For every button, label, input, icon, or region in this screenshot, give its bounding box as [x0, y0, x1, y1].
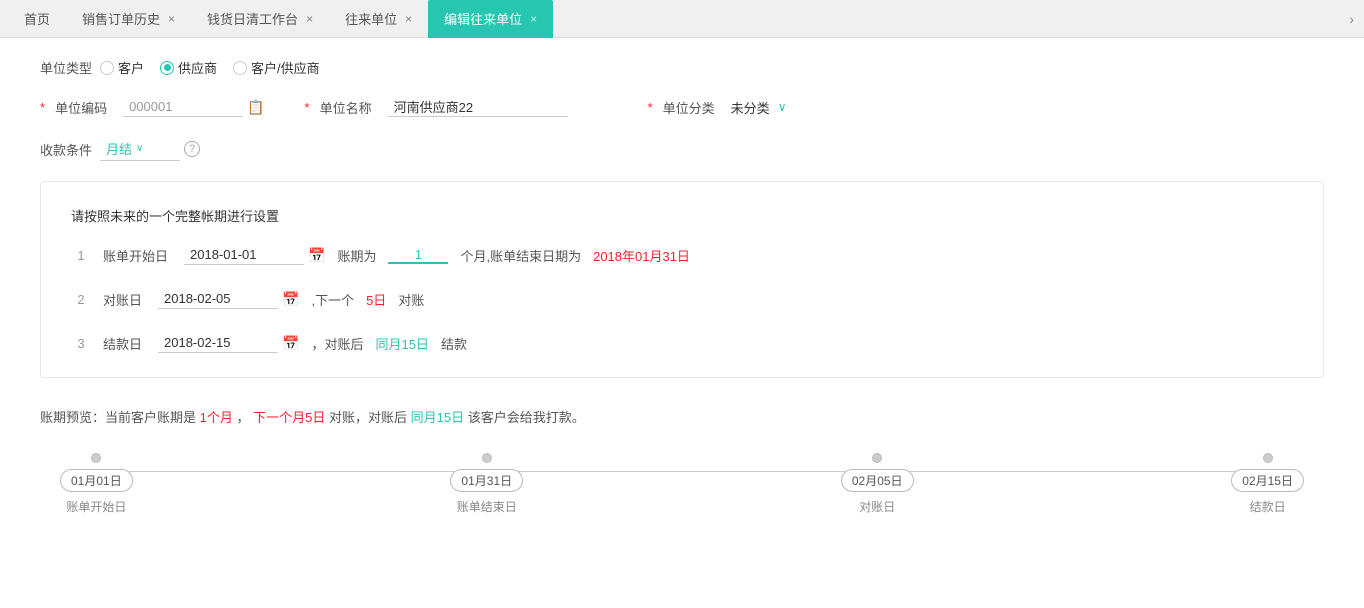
preview-reconcile: 下一个月5日 [253, 410, 325, 425]
tab-sales-history[interactable]: 销售订单历史 × [66, 0, 191, 38]
period-settings-section: 请按照未来的一个完整帐期进行设置 1 账单开始日 📅 账期为 个月,账单结束日期… [40, 181, 1324, 378]
timeline-label-2: 账单结束日 [457, 498, 517, 515]
timeline-dot-1 [91, 453, 101, 463]
timeline-point-4: 02月15日 结款日 [1231, 453, 1304, 515]
unit-name-input[interactable] [388, 97, 568, 117]
start-date-label: 账单开始日 [103, 246, 168, 265]
payment-date-input-group: 📅 [158, 333, 299, 353]
unit-category-label: 单位分类 [663, 98, 715, 117]
tabs-bar: 首页 销售订单历史 × 钱货日清工作台 × 往来单位 × 编辑往来单位 × › [0, 0, 1364, 38]
timeline-points: 01月01日 账单开始日 01月31日 账单结束日 02月05日 对账日 02月… [60, 453, 1304, 515]
reconcile-desc-suffix: 对账 [398, 290, 424, 309]
timeline-dot-4 [1263, 453, 1273, 463]
payment-terms-select[interactable]: 月结 ∨ [100, 137, 180, 161]
preview-label: 账期预览：当前客户账期是 [40, 410, 196, 425]
radio-supplier-circle [160, 61, 174, 75]
months-input[interactable] [388, 247, 448, 264]
radio-customer[interactable]: 客户 [100, 58, 144, 77]
unit-category-group: * 单位分类 未分类 ∨ [648, 98, 851, 117]
period-preview: 账期预览：当前客户账期是 1个月 ， 下一个月5日 对账，对账后 同月15日 该… [40, 394, 1324, 449]
unit-name-group: * 单位名称 [305, 97, 568, 117]
reconcile-date-calendar-icon[interactable]: 📅 [282, 291, 299, 308]
close-partner-icon[interactable]: × [405, 13, 412, 25]
tab-edit-partner[interactable]: 编辑往来单位 × [428, 0, 553, 38]
reconcile-date-input-group: 📅 [158, 289, 299, 309]
close-cash-work-icon[interactable]: × [306, 13, 313, 25]
preview-end: 该客户会给我打款。 [468, 410, 585, 425]
preview-payment: 同月15日 [411, 410, 464, 425]
unit-category-select[interactable]: 未分类 ∨ [731, 98, 851, 117]
timeline-point-3: 02月05日 对账日 [841, 453, 914, 515]
unit-code-input[interactable] [123, 97, 243, 117]
reconcile-day-highlight: 5日 [366, 290, 386, 309]
unit-code-icon[interactable]: 📋 [247, 99, 264, 116]
start-date-input[interactable] [184, 245, 304, 265]
radio-supplier[interactable]: 供应商 [160, 58, 217, 77]
radio-both-circle [233, 61, 247, 75]
payment-day-highlight: 同月15日 [375, 334, 428, 353]
preview-comma1: ， [237, 410, 250, 425]
payment-terms-row: 收款条件 月结 ∨ ? [40, 137, 1324, 161]
unit-code-group: * 单位编码 📋 [40, 97, 265, 117]
payment-terms-label: 收款条件 [40, 140, 92, 159]
period-desc-before: 账期为 [337, 246, 376, 265]
period-desc-after: 个月,账单结束日期为 [460, 246, 581, 265]
payment-desc-prefix: ，对账后 [311, 334, 363, 353]
timeline-badge-2: 01月31日 [450, 469, 523, 492]
main-content: 单位类型 客户 供应商 客户/供应商 * 单位编码 📋 [0, 38, 1364, 608]
timeline-badge-1: 01月01日 [60, 469, 133, 492]
timeline-label-1: 账单开始日 [66, 498, 126, 515]
period-row-2: 2 对账日 📅 ,下一个 5日 对账 [71, 289, 1293, 309]
category-dropdown-icon: ∨ [778, 100, 787, 114]
timeline-dot-2 [482, 453, 492, 463]
timeline-point-2: 01月31日 账单结束日 [450, 453, 523, 515]
payment-terms-dropdown-icon: ∨ [136, 143, 143, 154]
payment-date-input[interactable] [158, 333, 278, 353]
close-sales-history-icon[interactable]: × [168, 13, 175, 25]
preview-middle: 对账，对账后 [329, 410, 407, 425]
unit-type-radio-group: 客户 供应商 客户/供应商 [100, 58, 320, 77]
unit-code-label: 单位编码 [55, 98, 107, 117]
unit-type-row: 单位类型 客户 供应商 客户/供应商 [40, 58, 1324, 77]
period-num-1: 1 [71, 248, 91, 263]
payment-terms-value: 月结 [106, 139, 132, 158]
tab-home[interactable]: 首页 [8, 0, 66, 38]
period-num-3: 3 [71, 336, 91, 351]
reconcile-desc-prefix: ,下一个 [311, 290, 354, 309]
unit-code-input-group: 📋 [123, 97, 264, 117]
payment-desc-suffix: 结款 [441, 334, 467, 353]
timeline-point-1: 01月01日 账单开始日 [60, 453, 133, 515]
unit-type-label: 单位类型 [40, 58, 92, 77]
tabs-more-arrow[interactable]: › [1339, 11, 1364, 27]
start-date-input-group: 📅 [184, 245, 325, 265]
timeline-label-3: 对账日 [859, 498, 895, 515]
start-date-calendar-icon[interactable]: 📅 [308, 247, 325, 264]
code-name-category-row: * 单位编码 📋 * 单位名称 * 单位分类 未分类 ∨ [40, 97, 1324, 117]
payment-date-calendar-icon[interactable]: 📅 [282, 335, 299, 352]
period-end-date-highlight: 2018年01月31日 [593, 246, 690, 265]
unit-name-label: 单位名称 [320, 98, 372, 117]
radio-both[interactable]: 客户/供应商 [233, 58, 320, 77]
timeline-dot-3 [872, 453, 882, 463]
period-num-2: 2 [71, 292, 91, 307]
reconcile-date-label: 对账日 [103, 290, 142, 309]
payment-date-label: 结款日 [103, 334, 142, 353]
radio-customer-circle [100, 61, 114, 75]
tab-cash-work[interactable]: 钱货日清工作台 × [191, 0, 329, 38]
timeline-badge-4: 02月15日 [1231, 469, 1304, 492]
tab-partner[interactable]: 往来单位 × [329, 0, 428, 38]
period-row-3: 3 结款日 📅 ，对账后 同月15日 结款 [71, 333, 1293, 353]
timeline-label-4: 结款日 [1250, 498, 1286, 515]
section-title: 请按照未来的一个完整帐期进行设置 [71, 206, 1293, 225]
timeline-badge-3: 02月05日 [841, 469, 914, 492]
period-row-1: 1 账单开始日 📅 账期为 个月,账单结束日期为 2018年01月31日 [71, 245, 1293, 265]
timeline-section: 01月01日 账单开始日 01月31日 账单结束日 02月05日 对账日 02月… [40, 453, 1324, 515]
unit-category-value: 未分类 [731, 98, 770, 117]
reconcile-date-input[interactable] [158, 289, 278, 309]
preview-months: 1个月 [200, 410, 233, 425]
help-icon[interactable]: ? [184, 141, 200, 157]
close-edit-partner-icon[interactable]: × [530, 13, 537, 25]
